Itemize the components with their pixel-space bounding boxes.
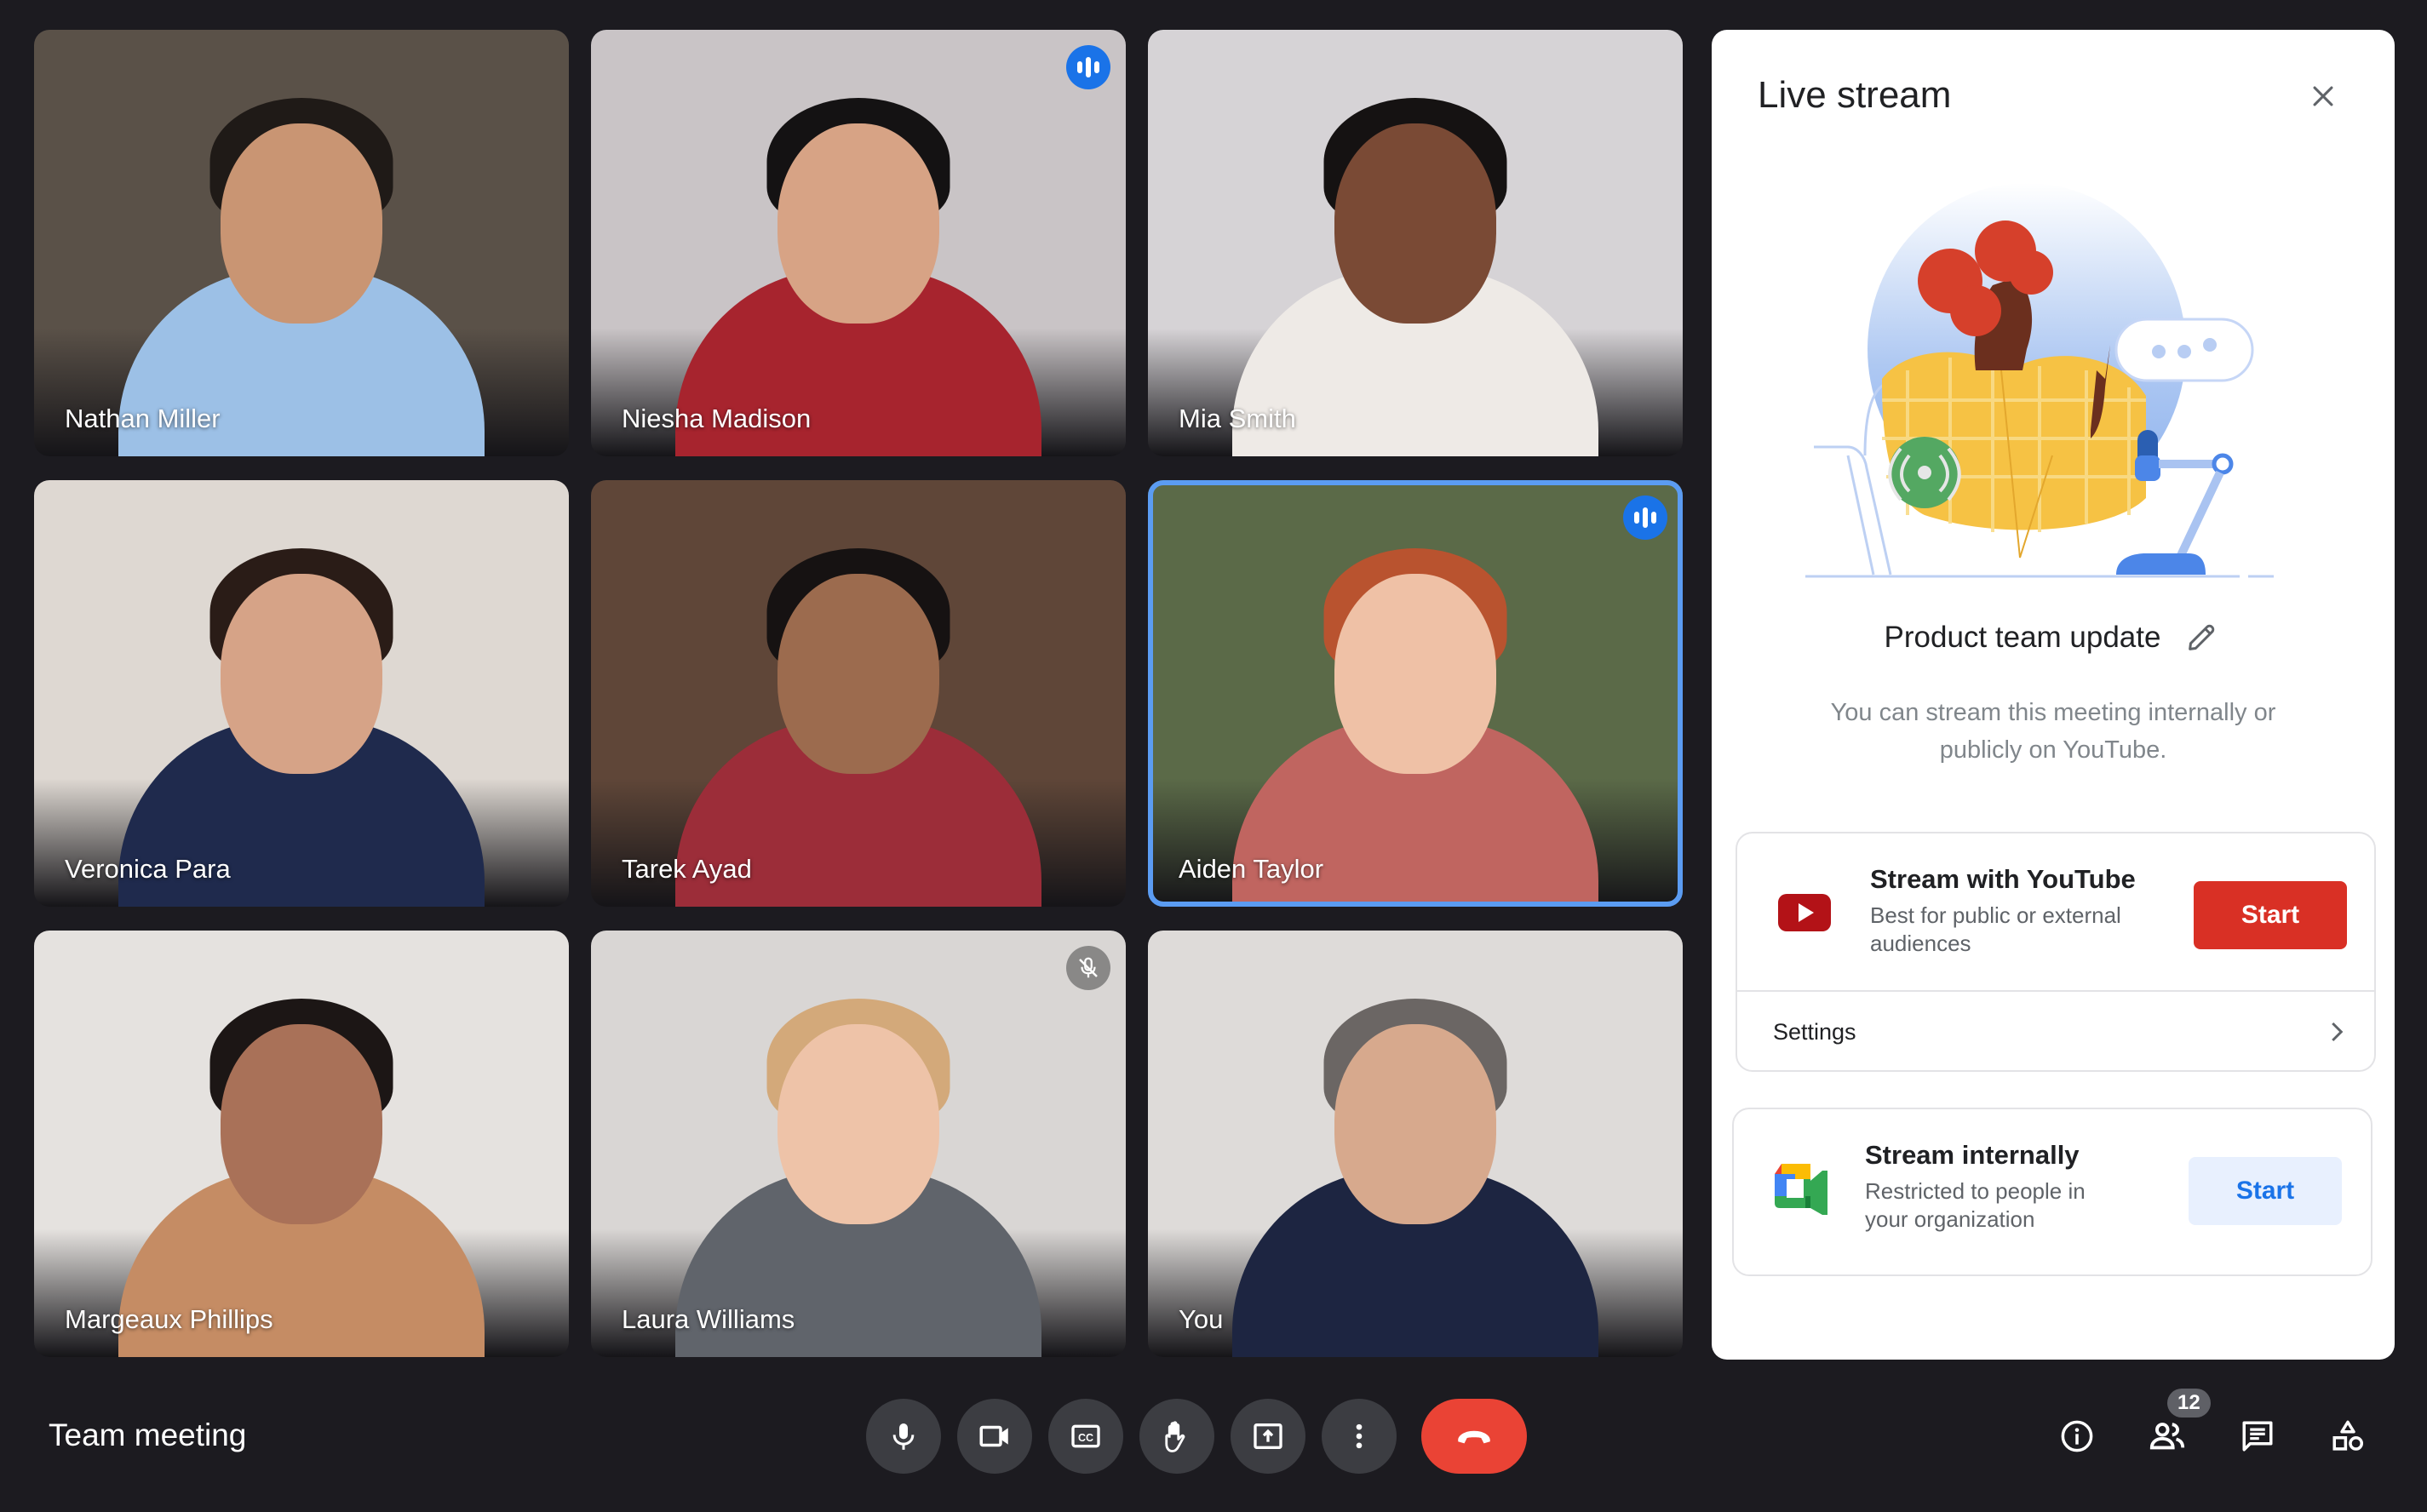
participant-count-badge: 12 bbox=[2167, 1389, 2211, 1418]
stream-name-row: Product team update bbox=[1712, 617, 2395, 658]
internal-card-title: Stream internally bbox=[1865, 1140, 2080, 1170]
panel-description: You can stream this meeting internally o… bbox=[1830, 699, 2276, 764]
participant-face bbox=[1334, 123, 1496, 324]
people-icon bbox=[2149, 1423, 2185, 1450]
side-controls: 12 bbox=[2040, 1389, 2385, 1474]
hang-up-icon bbox=[1458, 1430, 1490, 1444]
participant-name: Mia Smith bbox=[1179, 404, 1296, 433]
more-options-button[interactable] bbox=[1322, 1399, 1397, 1474]
participant-tile[interactable]: Aiden Taylor bbox=[1148, 480, 1683, 907]
live-stream-panel: Live stream Product team update You can … bbox=[1712, 30, 2395, 1360]
start-internal-stream-button[interactable]: Start bbox=[2189, 1157, 2342, 1225]
call-controls: CC bbox=[866, 1399, 1527, 1474]
participant-name: Nathan Miller bbox=[65, 404, 221, 433]
microphone-button[interactable] bbox=[866, 1399, 941, 1474]
youtube-card-title: Stream with YouTube bbox=[1870, 864, 2136, 894]
more-vert-icon bbox=[1356, 1423, 1363, 1449]
participant-name: Laura Williams bbox=[622, 1304, 795, 1334]
participant-tile[interactable]: Niesha Madison bbox=[591, 30, 1126, 456]
edit-stream-name-button[interactable] bbox=[2181, 617, 2222, 658]
raise-hand-button[interactable] bbox=[1139, 1399, 1214, 1474]
participant-face bbox=[777, 123, 939, 324]
participant-name: Aiden Taylor bbox=[1179, 854, 1324, 884]
participant-face bbox=[221, 123, 382, 324]
participant-face bbox=[1334, 1024, 1496, 1225]
participant-tile[interactable]: Laura Williams bbox=[591, 931, 1126, 1357]
participant-face bbox=[221, 574, 382, 775]
participant-name: Veronica Para bbox=[65, 854, 231, 884]
participant-name: Margeaux Phillips bbox=[65, 1304, 273, 1334]
participant-face bbox=[777, 1024, 939, 1225]
participant-tile[interactable]: Margeaux Phillips bbox=[34, 931, 569, 1357]
participant-face bbox=[221, 1024, 382, 1225]
participant-name: You bbox=[1179, 1304, 1224, 1334]
participant-tile[interactable]: Veronica Para bbox=[34, 480, 569, 907]
microphone-icon bbox=[892, 1423, 915, 1450]
info-icon bbox=[2061, 1420, 2093, 1452]
youtube-card-subtitle: Best for public or external audiences bbox=[1870, 902, 2121, 956]
youtube-settings-row[interactable]: Settings bbox=[1737, 992, 2374, 1072]
speaking-indicator-icon bbox=[1066, 45, 1110, 89]
people-button[interactable]: 12 bbox=[2130, 1389, 2211, 1474]
close-icon bbox=[2313, 86, 2333, 106]
captions-button[interactable]: CC bbox=[1048, 1399, 1123, 1474]
participant-name: Tarek Ayad bbox=[622, 854, 752, 884]
svg-text:CC: CC bbox=[1078, 1432, 1093, 1444]
pencil-icon bbox=[2189, 624, 2215, 650]
chat-button[interactable] bbox=[2220, 1399, 2295, 1474]
meeting-title: Team meeting bbox=[49, 1418, 247, 1452]
start-youtube-stream-button[interactable]: Start bbox=[2194, 881, 2347, 949]
stream-name: Product team update bbox=[1884, 621, 2161, 654]
participant-name: Niesha Madison bbox=[622, 404, 812, 433]
chevron-right-icon bbox=[2332, 1022, 2344, 1042]
google-meet-icon bbox=[1775, 1164, 1827, 1215]
settings-label: Settings bbox=[1773, 1018, 1856, 1045]
internal-stream-card: Stream internally Restricted to people i… bbox=[1732, 1108, 2372, 1276]
closed-captions-icon: CC bbox=[1071, 1424, 1100, 1448]
chat-icon bbox=[2242, 1421, 2273, 1452]
mic-off-icon bbox=[1066, 946, 1110, 990]
youtube-stream-card: Stream with YouTube Best for public or e… bbox=[1736, 832, 2376, 1072]
hand-icon bbox=[1165, 1421, 1185, 1452]
internal-card-subtitle: Restricted to people in your organizatio… bbox=[1865, 1178, 2086, 1232]
meeting-details-button[interactable] bbox=[2040, 1399, 2114, 1474]
present-button[interactable] bbox=[1231, 1399, 1305, 1474]
participant-face bbox=[777, 574, 939, 775]
camera-button[interactable] bbox=[957, 1399, 1032, 1474]
shapes-icon bbox=[2332, 1420, 2364, 1451]
participant-tile[interactable]: Nathan Miller bbox=[34, 30, 569, 456]
participant-tile[interactable]: Mia Smith bbox=[1148, 30, 1683, 456]
activities-button[interactable] bbox=[2310, 1399, 2385, 1474]
camera-icon bbox=[979, 1425, 1008, 1447]
panel-title: Live stream bbox=[1758, 74, 1952, 116]
participant-tile[interactable]: Tarek Ayad bbox=[591, 480, 1126, 907]
present-screen-icon bbox=[1254, 1423, 1282, 1449]
live-stream-illustration bbox=[1805, 183, 2274, 578]
close-panel-button[interactable] bbox=[2299, 72, 2347, 120]
leave-call-button[interactable] bbox=[1421, 1399, 1527, 1474]
speaking-indicator-icon bbox=[1623, 495, 1667, 540]
participant-face bbox=[1334, 574, 1496, 775]
youtube-icon bbox=[1778, 894, 1831, 931]
participant-tile[interactable]: You bbox=[1148, 931, 1683, 1357]
